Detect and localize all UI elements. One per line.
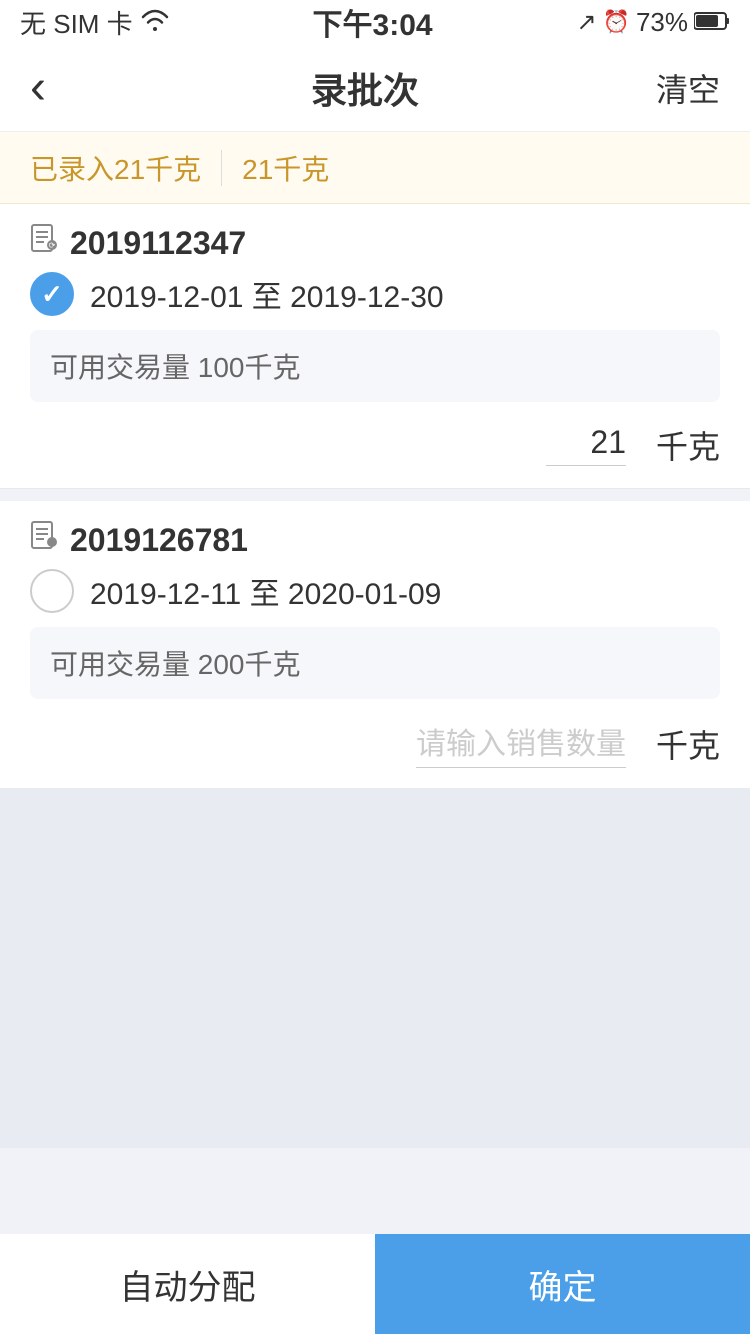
bottom-bar: 自动分配 确定 bbox=[0, 1234, 750, 1334]
batch-2-id: 2019126781 bbox=[70, 522, 248, 559]
nav-bar: ‹ 录批次 清空 bbox=[0, 44, 750, 132]
batch-item-2: 2019126781 2019-12-11 至 2020-01-09 可用交易量… bbox=[0, 501, 750, 699]
batch-2-date: 2019-12-11 至 2020-01-09 bbox=[90, 569, 441, 613]
content-area: ⟳ 2019112347 2019-12-01 至 2019-12-30 可用交… bbox=[0, 204, 750, 489]
batch-2-radio[interactable] bbox=[30, 569, 74, 613]
batch-1-header: ⟳ 2019112347 bbox=[30, 224, 720, 262]
batch-item-1: ⟳ 2019112347 2019-12-01 至 2019-12-30 可用交… bbox=[0, 204, 750, 402]
alarm-icon: ⏰ bbox=[603, 9, 630, 35]
content-area-2: 2019126781 2019-12-11 至 2020-01-09 可用交易量… bbox=[0, 501, 750, 788]
svg-text:⟳: ⟳ bbox=[49, 241, 56, 250]
back-button[interactable]: ‹ bbox=[30, 60, 90, 115]
gray-area bbox=[0, 788, 750, 1148]
batch-1-available: 可用交易量 100千克 bbox=[30, 330, 720, 402]
batch-1-doc-icon: ⟳ bbox=[30, 224, 60, 262]
summary-entered-label: 已录入21千克 bbox=[30, 148, 201, 188]
wifi-icon bbox=[141, 7, 169, 38]
batch-1-qty-input[interactable]: 21 bbox=[546, 424, 626, 466]
batch-1-radio[interactable] bbox=[30, 272, 74, 316]
batch-2-available: 可用交易量 200千克 bbox=[30, 627, 720, 699]
batch-2-doc-icon bbox=[30, 521, 60, 559]
confirm-button[interactable]: 确定 bbox=[375, 1234, 750, 1334]
batch-2-header: 2019126781 bbox=[30, 521, 720, 559]
status-time: 下午3:04 bbox=[313, 0, 433, 44]
batch-divider bbox=[0, 489, 750, 501]
batch-1-qty-row: 21 千克 bbox=[0, 402, 750, 489]
batch-2-qty-placeholder: 请输入销售数量 bbox=[416, 728, 626, 761]
status-left: 无 SIM 卡 bbox=[20, 4, 169, 41]
summary-divider bbox=[221, 150, 222, 186]
status-bar: 无 SIM 卡 下午3:04 ↗ ⏰ 73% bbox=[0, 0, 750, 44]
batch-1-date-row[interactable]: 2019-12-01 至 2019-12-30 bbox=[30, 272, 720, 316]
batch-1-qty-unit: 千克 bbox=[656, 422, 720, 468]
status-right: ↗ ⏰ 73% bbox=[576, 7, 730, 38]
sim-label: 无 SIM 卡 bbox=[20, 4, 133, 41]
batch-2-qty-unit: 千克 bbox=[656, 721, 720, 767]
summary-banner: 已录入21千克 21千克 bbox=[0, 132, 750, 204]
batch-2-qty-input[interactable]: 请输入销售数量 bbox=[416, 719, 626, 768]
batch-2-date-row[interactable]: 2019-12-11 至 2020-01-09 bbox=[30, 569, 720, 613]
batch-2-qty-row: 请输入销售数量 千克 bbox=[0, 699, 750, 788]
location-icon: ↗ bbox=[576, 8, 596, 37]
battery-label: 73% bbox=[636, 7, 688, 38]
batch-1-id: 2019112347 bbox=[70, 225, 246, 262]
battery-icon bbox=[694, 7, 730, 38]
batch-1-date: 2019-12-01 至 2019-12-30 bbox=[90, 272, 444, 316]
summary-value: 21千克 bbox=[242, 148, 329, 188]
auto-distribute-button[interactable]: 自动分配 bbox=[0, 1234, 375, 1334]
page-title: 录批次 bbox=[311, 62, 419, 114]
clear-button[interactable]: 清空 bbox=[640, 65, 720, 111]
batch-1-qty-value: 21 bbox=[590, 424, 626, 460]
